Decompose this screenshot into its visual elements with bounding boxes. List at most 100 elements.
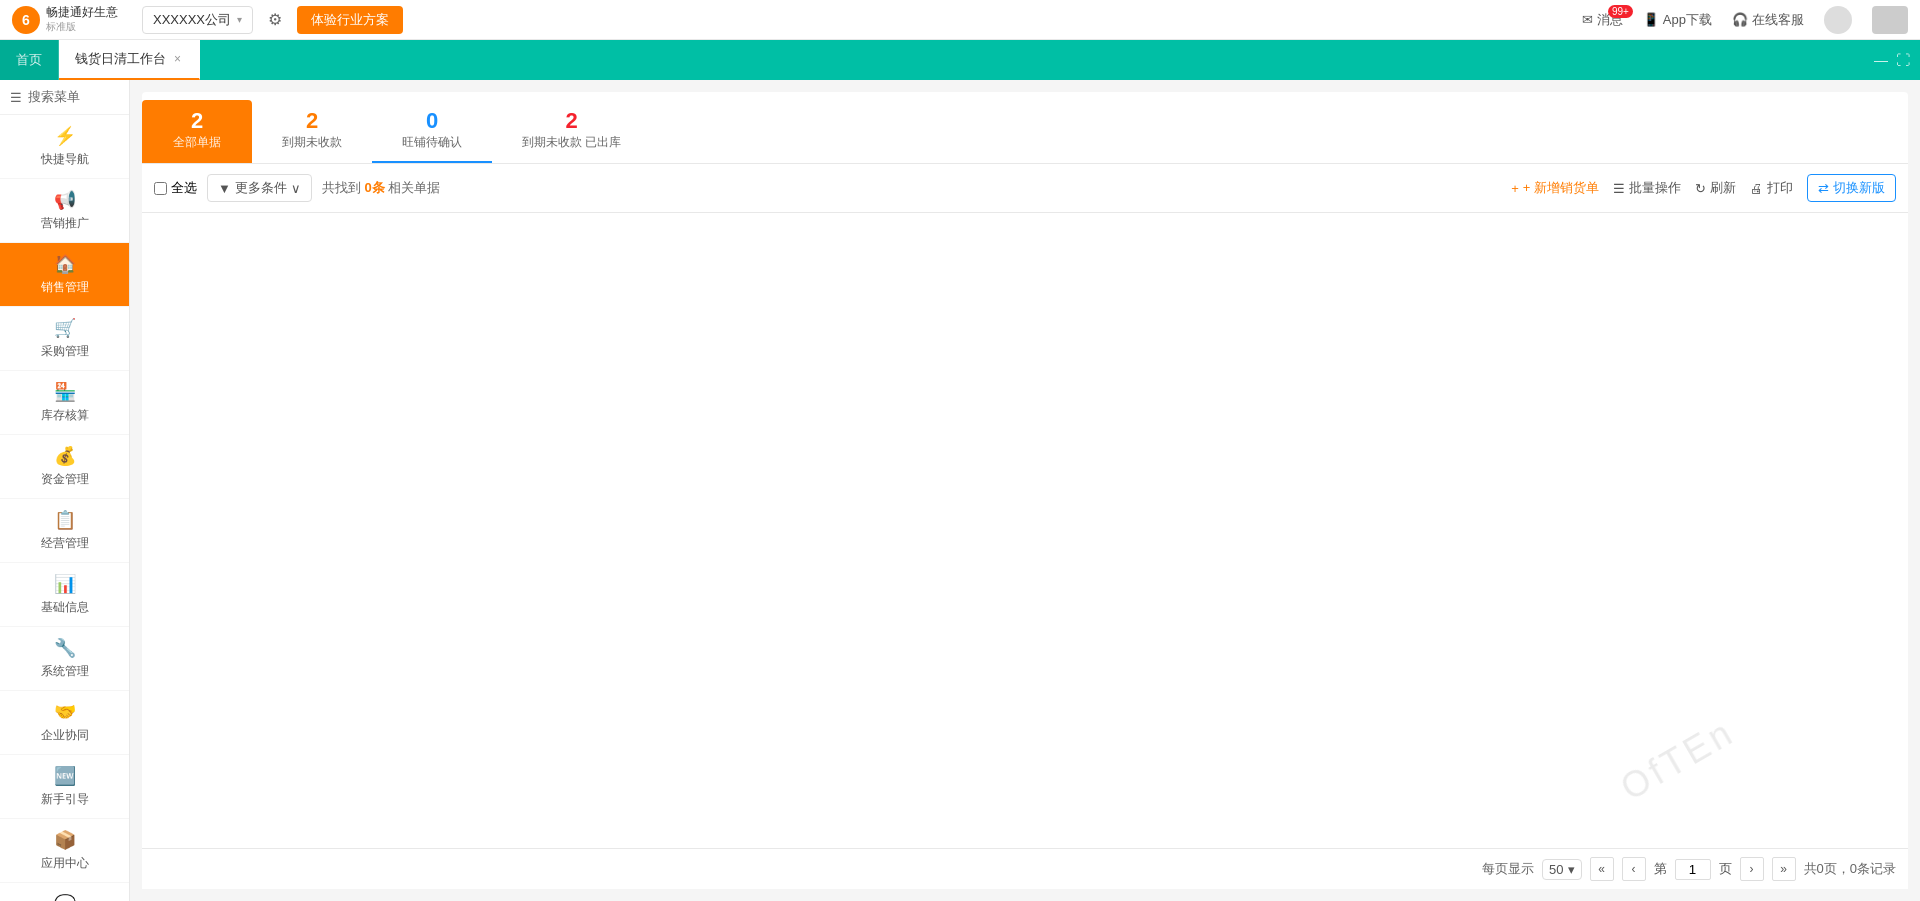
batch-icon: ☰	[1613, 181, 1625, 196]
minimize-button[interactable]: —	[1874, 52, 1888, 68]
stat-tabs: 2 全部单据 2 到期未收款 0 旺铺待确认 2 到期未收款 已出库	[142, 92, 1908, 164]
select-all-checkbox[interactable]: 全选	[154, 179, 197, 197]
per-page-select[interactable]: 50 ▾	[1542, 859, 1581, 880]
chevron-down-icon: ▾	[237, 14, 242, 25]
stat-label-overdue-shipped: 到期未收款 已出库	[522, 134, 621, 151]
marketing-icon: 📢	[54, 189, 76, 211]
stat-tab-all[interactable]: 2 全部单据	[142, 100, 252, 163]
app-download-label: App下载	[1663, 11, 1712, 29]
switch-version-button[interactable]: ⇄ 切换新版	[1807, 174, 1896, 202]
logo-sub: 标准版	[46, 20, 118, 34]
online-service-button[interactable]: 🎧 在线客服	[1732, 11, 1804, 29]
batch-label: 批量操作	[1629, 179, 1681, 197]
user-menu[interactable]	[1872, 6, 1908, 34]
first-page-button[interactable]: «	[1590, 857, 1614, 881]
pagination-bar: 每页显示 50 ▾ « ‹ 第 页 › » 共0页，0条记录	[142, 848, 1908, 889]
home-tab-label: 首页	[16, 51, 42, 69]
content-area: 2 全部单据 2 到期未收款 0 旺铺待确认 2 到期未收款 已出库 全选	[130, 80, 1920, 901]
page-number-input[interactable]	[1675, 859, 1711, 880]
page-suffix: 页	[1719, 860, 1732, 878]
found-prefix: 共找到	[322, 180, 361, 195]
sales-icon: 🏠	[54, 253, 76, 275]
sidebar-search[interactable]: ☰ 搜索菜单	[0, 80, 129, 115]
sidebar-operations-label: 经营管理	[41, 535, 89, 552]
online-service-label: 在线客服	[1752, 11, 1804, 29]
table-area	[142, 213, 1908, 848]
workbench-tab-label: 钱货日清工作台	[75, 50, 166, 68]
tab-close-icon[interactable]: ×	[172, 50, 183, 68]
tab-workbench[interactable]: 钱货日清工作台 ×	[59, 40, 200, 80]
sidebar-purchase-label: 采购管理	[41, 343, 89, 360]
avatar[interactable]	[1824, 6, 1852, 34]
sidebar-item-wechat[interactable]: 💬 企业微信	[0, 883, 129, 901]
per-page-label: 每页显示	[1482, 860, 1534, 878]
sidebar-sales-label: 销售管理	[41, 279, 89, 296]
sidebar-item-guide[interactable]: 🆕 新手引导	[0, 755, 129, 819]
sidebar-item-operations[interactable]: 📋 经营管理	[0, 499, 129, 563]
quick-nav-icon: ⚡	[54, 125, 76, 147]
finance-icon: 💰	[54, 445, 76, 467]
sidebar-item-finance[interactable]: 💰 资金管理	[0, 435, 129, 499]
add-icon: +	[1511, 181, 1519, 196]
service-icon: 🎧	[1732, 12, 1748, 27]
sidebar-finance-label: 资金管理	[41, 471, 89, 488]
basic-info-icon: 📊	[54, 573, 76, 595]
logo-icon: 6	[12, 6, 40, 34]
main-layout: ☰ 搜索菜单 ⚡ 快捷导航 📢 营销推广 🏠 销售管理 🛒 采购管理 🏪 库存核…	[0, 80, 1920, 901]
stat-label-overdue: 到期未收款	[282, 134, 342, 151]
refresh-icon: ↻	[1695, 181, 1706, 196]
sidebar-item-inventory[interactable]: 🏪 库存核算	[0, 371, 129, 435]
sidebar-item-enterprise[interactable]: 🤝 企业协同	[0, 691, 129, 755]
operations-icon: 📋	[54, 509, 76, 531]
sidebar-item-purchase[interactable]: 🛒 采购管理	[0, 307, 129, 371]
refresh-button[interactable]: ↻ 刷新	[1695, 179, 1736, 197]
settings-button[interactable]: ⚙	[261, 6, 289, 34]
header-right: ✉ 消息 99+ 📱 App下载 🎧 在线客服	[1582, 6, 1908, 34]
toolbar-left: 全选 ▼ 更多条件 ∨ 共找到 0条 相关单据	[154, 174, 440, 202]
sidebar-inventory-label: 库存核算	[41, 407, 89, 424]
company-selector[interactable]: XXXXXX公司 ▾	[142, 6, 253, 34]
stat-tab-pending[interactable]: 0 旺铺待确认	[372, 100, 492, 163]
per-page-value: 50	[1549, 862, 1563, 877]
chevron-filter-icon: ∨	[291, 181, 301, 196]
sidebar-item-marketing[interactable]: 📢 营销推广	[0, 179, 129, 243]
tab-home[interactable]: 首页	[0, 40, 59, 80]
mobile-icon: 📱	[1643, 12, 1659, 27]
sidebar-item-sales[interactable]: 🏠 销售管理	[0, 243, 129, 307]
filter-icon: ▼	[218, 181, 231, 196]
company-name: XXXXXX公司	[153, 11, 231, 29]
message-button[interactable]: ✉ 消息 99+	[1582, 11, 1623, 29]
print-button[interactable]: 🖨 打印	[1750, 179, 1793, 197]
app-download-button[interactable]: 📱 App下载	[1643, 11, 1712, 29]
filter-label: 更多条件	[235, 179, 287, 197]
stat-num-all: 2	[191, 108, 203, 134]
batch-button[interactable]: ☰ 批量操作	[1613, 179, 1681, 197]
sidebar-guide-label: 新手引导	[41, 791, 89, 808]
sidebar-item-basic-info[interactable]: 📊 基础信息	[0, 563, 129, 627]
found-count: 0条	[365, 180, 385, 195]
prev-page-button[interactable]: ‹	[1622, 857, 1646, 881]
system-icon: 🔧	[54, 637, 76, 659]
stat-tab-overdue[interactable]: 2 到期未收款	[252, 100, 372, 163]
maximize-button[interactable]: ⛶	[1896, 52, 1910, 68]
sidebar-item-quick-nav[interactable]: ⚡ 快捷导航	[0, 115, 129, 179]
window-controls: — ⛶	[1864, 40, 1920, 80]
sidebar-item-app-center[interactable]: 📦 应用中心	[0, 819, 129, 883]
select-all-label: 全选	[171, 179, 197, 197]
filter-button[interactable]: ▼ 更多条件 ∨	[207, 174, 312, 202]
next-page-button[interactable]: ›	[1740, 857, 1764, 881]
sidebar-app-center-label: 应用中心	[41, 855, 89, 872]
last-page-button[interactable]: »	[1772, 857, 1796, 881]
sidebar-search-label: 搜索菜单	[28, 88, 80, 106]
stat-label-pending: 旺铺待确认	[402, 134, 462, 151]
add-order-button[interactable]: + + 新增销货单	[1511, 179, 1599, 197]
refresh-label: 刷新	[1710, 179, 1736, 197]
trial-button[interactable]: 体验行业方案	[297, 6, 403, 34]
sidebar-item-system[interactable]: 🔧 系统管理	[0, 627, 129, 691]
stat-tab-overdue-shipped[interactable]: 2 到期未收款 已出库	[492, 100, 651, 163]
total-info: 共0页，0条记录	[1804, 860, 1896, 878]
select-all-input[interactable]	[154, 182, 167, 195]
search-icon: ☰	[10, 90, 22, 105]
toolbar: 全选 ▼ 更多条件 ∨ 共找到 0条 相关单据 + + 新增销货单	[142, 164, 1908, 213]
sidebar-basic-info-label: 基础信息	[41, 599, 89, 616]
